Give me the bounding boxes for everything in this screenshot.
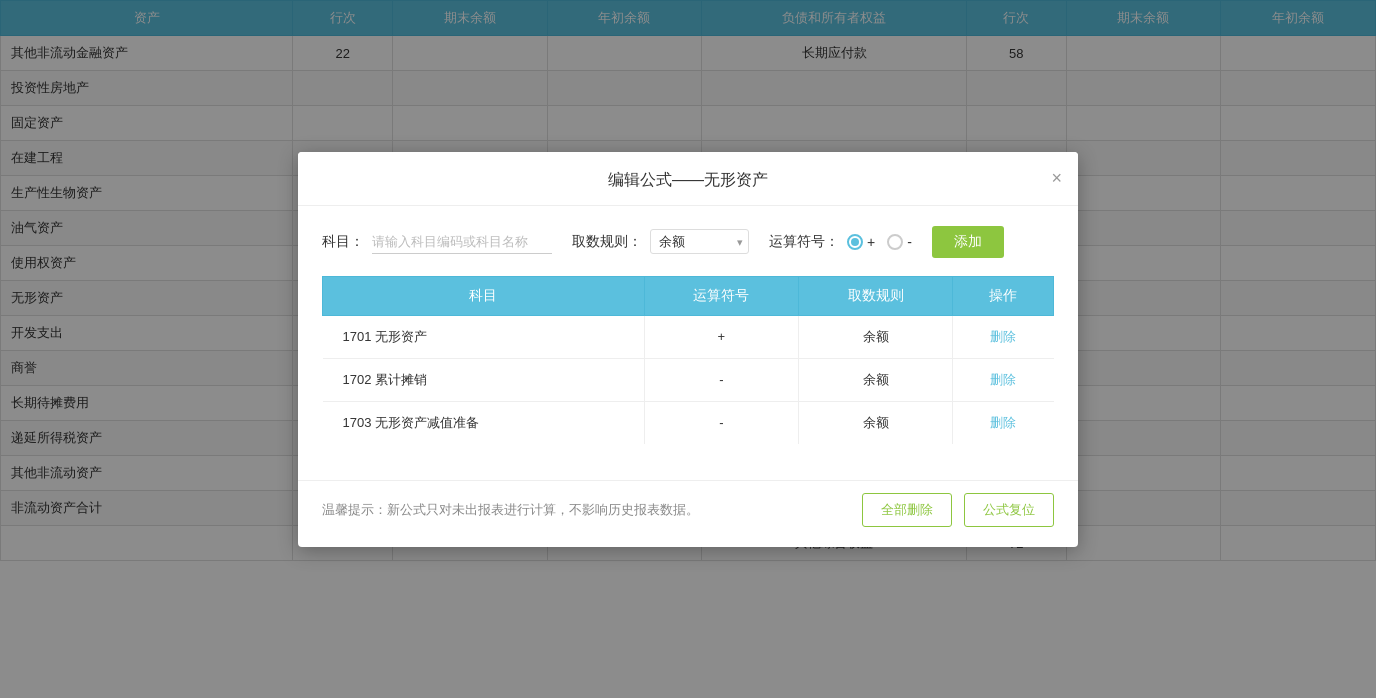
modal-body: 科目： 取数规则： 余额 借方发生额 贷方发生额 借方余额 贷方余额 [298,206,1078,480]
footer-hint: 温馨提示：新公式只对未出报表进行计算，不影响历史报表数据。 [322,501,699,519]
modal-header: 编辑公式——无形资产 × [298,152,1078,206]
modal-title: 编辑公式——无形资产 [608,171,768,188]
footer-buttons: 全部删除 公式复位 [862,493,1054,527]
operator-label: 运算符号： [769,233,839,251]
delete-link[interactable]: 删除 [990,415,1016,430]
operator-minus-radio[interactable] [887,234,903,250]
operator-plus-radio[interactable] [847,234,863,250]
th-operator: 运算符号 [644,276,798,315]
formula-table: 科目 运算符号 取数规则 操作 1701 无形资产+余额删除1702 累计摊销-… [322,276,1054,444]
modal-close-button[interactable]: × [1051,169,1062,187]
rule-select-wrap: 余额 借方发生额 贷方发生额 借方余额 贷方余额 [650,229,749,254]
rule-select[interactable]: 余额 借方发生额 贷方发生额 借方余额 贷方余额 [650,229,749,254]
rule-label: 取数规则： [572,233,642,251]
delete-link[interactable]: 删除 [990,372,1016,387]
rule-group: 取数规则： 余额 借方发生额 贷方发生额 借方余额 贷方余额 [572,229,749,254]
table-row: 1701 无形资产+余额删除 [323,315,1054,358]
subject-group: 科目： [322,230,552,254]
modal-overlay: 编辑公式——无形资产 × 科目： 取数规则： 余额 [0,0,1376,698]
subject-label: 科目： [322,233,364,251]
table-row: 1702 累计摊销-余额删除 [323,358,1054,401]
delete-all-button[interactable]: 全部删除 [862,493,952,527]
operator-minus-item[interactable]: - [887,234,912,250]
subject-input[interactable] [372,230,552,254]
edit-formula-modal: 编辑公式——无形资产 × 科目： 取数规则： 余额 [298,152,1078,547]
reset-formula-button[interactable]: 公式复位 [964,493,1054,527]
th-subject: 科目 [323,276,645,315]
operator-group: 运算符号： + - [769,233,912,251]
page-wrapper: 资产 行次 期末余额 年初余额 负债和所有者权益 行次 期末余额 年初余额 其他… [0,0,1376,698]
delete-link[interactable]: 删除 [990,329,1016,344]
operator-plus-label: + [867,234,875,250]
operator-minus-label: - [907,234,912,250]
th-rule: 取数规则 [798,276,952,315]
operator-radio-group: + - [847,234,912,250]
table-row: 1703 无形资产减值准备-余额删除 [323,401,1054,444]
add-button[interactable]: 添加 [932,226,1004,258]
operator-plus-item[interactable]: + [847,234,875,250]
modal-footer: 温馨提示：新公式只对未出报表进行计算，不影响历史报表数据。 全部删除 公式复位 [298,480,1078,547]
th-action: 操作 [953,276,1054,315]
form-row: 科目： 取数规则： 余额 借方发生额 贷方发生额 借方余额 贷方余额 [322,226,1054,258]
